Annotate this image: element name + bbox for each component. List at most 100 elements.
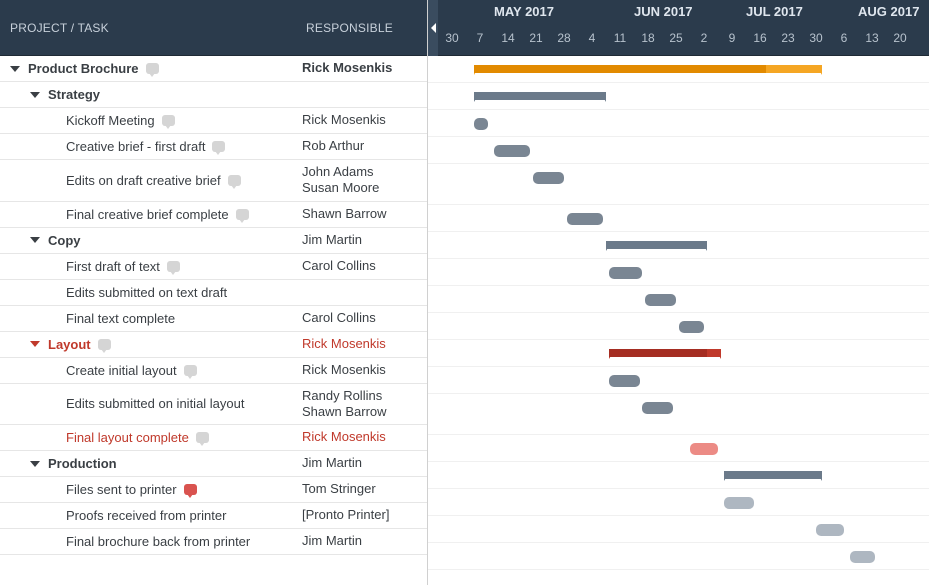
responsible: Randy RollinsShawn Barrow	[302, 388, 427, 421]
task-bar[interactable]	[474, 118, 488, 130]
summary-bar[interactable]	[724, 471, 822, 479]
task-row[interactable]: Kickoff MeetingRick Mosenkis	[0, 108, 427, 134]
task-name: First draft of text	[66, 259, 160, 274]
month-label: AUG 2017	[858, 4, 919, 19]
task-row[interactable]: Product BrochureRick Mosenkis	[0, 56, 427, 82]
task-bar[interactable]	[609, 375, 640, 387]
day-label: 4	[578, 31, 606, 45]
comment-icon[interactable]	[162, 115, 175, 126]
responsible: John AdamsSusan Moore	[302, 164, 427, 197]
comment-icon[interactable]	[228, 175, 241, 186]
task-bar[interactable]	[642, 402, 673, 414]
task-bar[interactable]	[494, 145, 530, 157]
responsible: [Pronto Printer]	[302, 507, 427, 523]
gantt-row	[428, 367, 929, 394]
task-row[interactable]: Final brochure back from printerJim Mart…	[0, 529, 427, 555]
summary-bar[interactable]	[474, 92, 606, 100]
gantt-row	[428, 83, 929, 110]
day-label: 23	[774, 31, 802, 45]
gantt-row	[428, 394, 929, 435]
gantt-row	[428, 137, 929, 164]
expand-caret-icon[interactable]	[30, 461, 40, 467]
task-row[interactable]: Creative brief - first draft Rob Arthur	[0, 134, 427, 160]
gantt-row	[428, 313, 929, 340]
task-row[interactable]: LayoutRick Mosenkis	[0, 332, 427, 358]
task-row[interactable]: First draft of textCarol Collins	[0, 254, 427, 280]
task-bar[interactable]	[533, 172, 564, 184]
comment-icon[interactable]	[98, 339, 111, 350]
task-name: Proofs received from printer	[66, 508, 226, 523]
task-row[interactable]: Strategy	[0, 82, 427, 108]
comment-icon[interactable]	[212, 141, 225, 152]
task-name: Final text complete	[66, 311, 175, 326]
expand-caret-icon[interactable]	[30, 92, 40, 98]
task-bar[interactable]	[645, 294, 676, 306]
responsible: Shawn Barrow	[302, 206, 427, 222]
summary-bar[interactable]	[609, 349, 721, 357]
gantt-row	[428, 164, 929, 205]
responsible: Carol Collins	[302, 310, 427, 326]
task-row[interactable]: Final creative brief complete Shawn Barro…	[0, 202, 427, 228]
day-label: 30	[438, 31, 466, 45]
task-row[interactable]: CopyJim Martin	[0, 228, 427, 254]
task-name: Edits submitted on initial layout	[66, 396, 244, 411]
expand-caret-icon[interactable]	[30, 341, 40, 347]
task-row[interactable]: Files sent to printerTom Stringer	[0, 477, 427, 503]
task-bar[interactable]	[724, 497, 755, 509]
comment-icon[interactable]	[184, 365, 197, 376]
gantt-row	[428, 435, 929, 462]
task-row[interactable]: Final layout complete Rick Mosenkis	[0, 425, 427, 451]
gantt-row	[428, 110, 929, 137]
task-name: Product Brochure	[28, 61, 139, 76]
summary-bar[interactable]	[606, 241, 707, 249]
day-label: 2	[690, 31, 718, 45]
task-row[interactable]: ProductionJim Martin	[0, 451, 427, 477]
comment-icon[interactable]	[236, 209, 249, 220]
comment-icon[interactable]	[196, 432, 209, 443]
task-name: Final creative brief complete	[66, 207, 229, 222]
task-bar[interactable]	[609, 267, 643, 279]
summary-bar[interactable]	[474, 65, 821, 73]
responsible: Rick Mosenkis	[302, 362, 427, 378]
task-name: Creative brief - first draft	[66, 139, 205, 154]
comment-icon[interactable]	[146, 63, 159, 74]
task-row[interactable]: Create initial layoutRick Mosenkis	[0, 358, 427, 384]
task-bar[interactable]	[816, 524, 844, 536]
gantt-row	[428, 340, 929, 367]
day-label: 21	[522, 31, 550, 45]
task-row[interactable]: Final text complete Carol Collins	[0, 306, 427, 332]
day-label: 18	[634, 31, 662, 45]
task-row[interactable]: Edits submitted on text draft	[0, 280, 427, 306]
day-label: 28	[550, 31, 578, 45]
responsible: Jim Martin	[302, 533, 427, 549]
comment-icon[interactable]	[184, 484, 197, 495]
task-name: Strategy	[48, 87, 100, 102]
day-label: 11	[606, 31, 634, 45]
responsible: Rob Arthur	[302, 138, 427, 154]
responsible: Tom Stringer	[302, 481, 427, 497]
day-label: 7	[466, 31, 494, 45]
task-row[interactable]: Edits submitted on initial layout Randy R…	[0, 384, 427, 426]
expand-caret-icon[interactable]	[30, 237, 40, 243]
task-bar[interactable]	[690, 443, 718, 455]
task-rows: Product BrochureRick MosenkisStrategyKic…	[0, 56, 427, 585]
task-bar[interactable]	[850, 551, 875, 563]
gantt-row	[428, 232, 929, 259]
task-bar[interactable]	[567, 213, 603, 225]
task-row[interactable]: Proofs received from printer [Pronto Prin…	[0, 503, 427, 529]
day-label: 25	[662, 31, 690, 45]
day-label: 6	[830, 31, 858, 45]
task-row[interactable]: Edits on draft creative brief John AdamsS…	[0, 160, 427, 202]
task-name: Copy	[48, 233, 81, 248]
responsible: Jim Martin	[302, 455, 427, 471]
task-bar[interactable]	[679, 321, 704, 333]
gantt-row	[428, 56, 929, 83]
task-name: Edits on draft creative brief	[66, 173, 221, 188]
responsible: Rick Mosenkis	[302, 429, 427, 445]
gantt-grid[interactable]	[428, 56, 929, 585]
gantt-row	[428, 543, 929, 570]
expand-caret-icon[interactable]	[10, 66, 20, 72]
col-header-task: PROJECT / TASK	[10, 21, 306, 35]
comment-icon[interactable]	[167, 261, 180, 272]
task-name: Final layout complete	[66, 430, 189, 445]
